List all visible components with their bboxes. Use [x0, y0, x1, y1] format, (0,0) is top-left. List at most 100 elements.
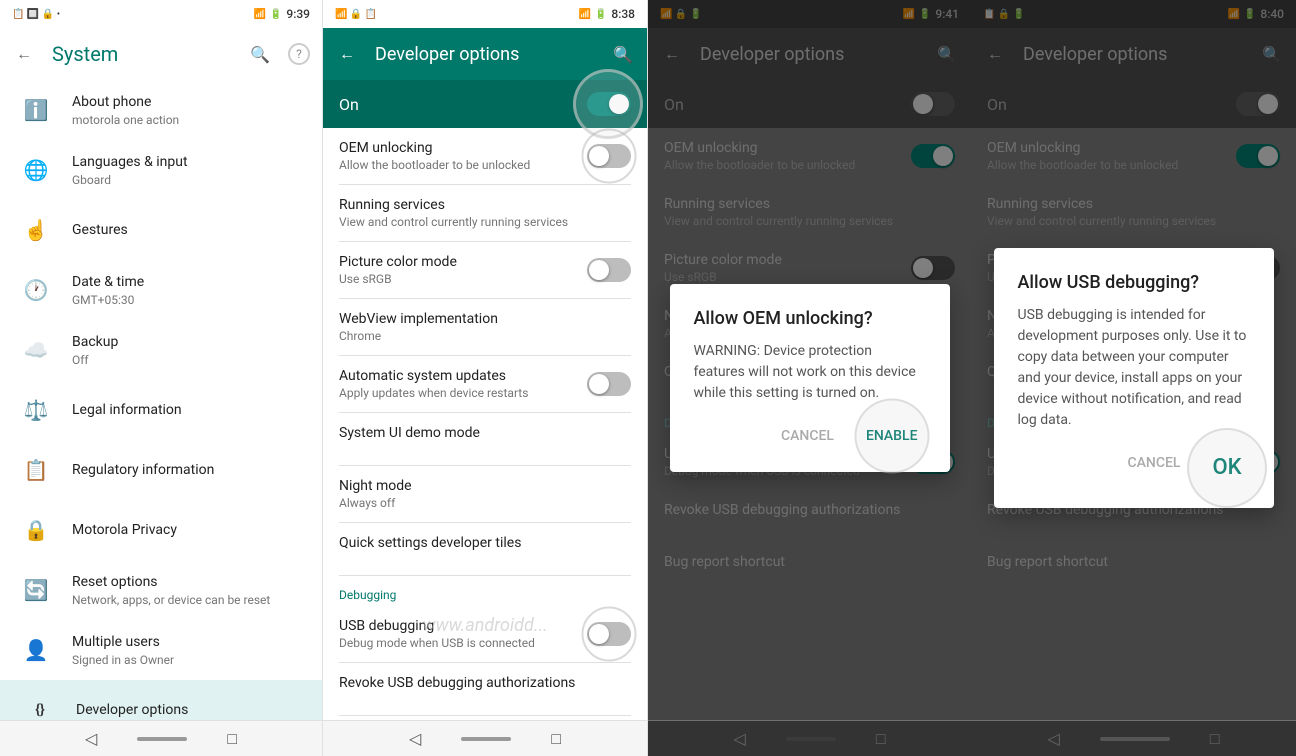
- datetime-icon: 🕐: [16, 270, 56, 310]
- sidebar-item-developer[interactable]: {} Developer options: [0, 680, 322, 720]
- picture-title: Picture color mode: [339, 254, 457, 270]
- picture-subtitle: Use sRGB: [339, 272, 457, 286]
- usbdebug-title: USB debugging: [339, 618, 535, 634]
- night-subtitle: Always off: [339, 496, 631, 510]
- autoupdate-title: Automatic system updates: [339, 368, 528, 384]
- oem-dialog: Allow OEM unlocking? WARNING: Device pro…: [670, 284, 950, 472]
- nav-recents-mid[interactable]: □: [551, 729, 561, 749]
- on-bar: On: [323, 80, 647, 128]
- sidebar-item-motorola[interactable]: 🔒 Motorola Privacy: [0, 500, 322, 560]
- webview-subtitle: Chrome: [339, 329, 631, 343]
- search-icon-developer[interactable]: 🔍: [611, 42, 635, 66]
- oem-subtitle: Allow the bootloader to be unlocked: [339, 158, 530, 172]
- sidebar-item-regulatory[interactable]: 📋 Regulatory information: [0, 440, 322, 500]
- about-subtitle: motorola one action: [72, 113, 306, 127]
- notif-icons-mid: 📶 🔒 📋: [335, 9, 377, 20]
- autoupdate-toggle[interactable]: [587, 372, 631, 396]
- running-subtitle: View and control currently running servi…: [339, 215, 631, 229]
- picture-toggle[interactable]: [587, 258, 631, 282]
- motorola-icon: 🔒: [16, 510, 56, 550]
- usb-ok-wrapper: OK: [1204, 451, 1249, 484]
- system-icons-mid: 📶 🔋 8:38: [578, 7, 635, 21]
- gestures-title: Gestures: [72, 221, 306, 239]
- regulatory-icon: 📋: [16, 450, 56, 490]
- dev-item-uidemo[interactable]: System UI demo mode: [323, 413, 647, 465]
- usbdebug-thumb: [589, 624, 609, 644]
- usb-ok-button[interactable]: OK: [1204, 451, 1249, 484]
- status-icons-mid: 📶 🔒 📋: [335, 9, 377, 20]
- help-icon-system[interactable]: ?: [288, 43, 310, 65]
- night-title: Night mode: [339, 478, 631, 494]
- app-bar-system: ← System 🔍 ?: [0, 28, 322, 80]
- dev-item-autoupdate[interactable]: Automatic system updates Apply updates w…: [323, 356, 647, 412]
- nav-bar-mid: ◁ □: [323, 720, 647, 756]
- oem-title: OEM unlocking: [339, 140, 530, 156]
- oem-toggle-thumb: [589, 146, 609, 166]
- nav-home-left[interactable]: [137, 737, 187, 741]
- reset-title: Reset options: [72, 573, 306, 591]
- sidebar-item-reset[interactable]: 🔄 Reset options Network, apps, or device…: [0, 560, 322, 620]
- usbdebug-subtitle: Debug mode when USB is connected: [339, 636, 535, 650]
- oem-dialog-body: WARNING: Device protection features will…: [694, 341, 926, 404]
- dev-item-running[interactable]: Running services View and control curren…: [323, 185, 647, 241]
- sidebar-item-languages[interactable]: 🌐 Languages & input Gboard: [0, 140, 322, 200]
- sidebar-item-backup[interactable]: ☁️ Backup Off: [0, 320, 322, 380]
- oem-dialog-title: Allow OEM unlocking?: [694, 308, 926, 329]
- nav-back-left[interactable]: ◁: [85, 729, 97, 748]
- panel-developer-main: 📶 🔒 📋 📶 🔋 8:38 ← Developer options 🔍 On …: [323, 0, 648, 756]
- usb-dialog-title: Allow USB debugging?: [1018, 272, 1250, 293]
- status-bar-mid: 📶 🔒 📋 📶 🔋 8:38: [323, 0, 647, 28]
- search-icon-system[interactable]: 🔍: [248, 42, 272, 66]
- oem-toggle[interactable]: [587, 144, 631, 168]
- system-title: System: [52, 42, 232, 66]
- backup-title: Backup: [72, 333, 306, 351]
- nav-back-mid[interactable]: ◁: [409, 729, 421, 748]
- oem-dialog-overlay: Allow OEM unlocking? WARNING: Device pro…: [648, 0, 971, 756]
- usbdebug-toggle[interactable]: [587, 622, 631, 646]
- reset-subtitle: Network, apps, or device can be reset: [72, 593, 306, 607]
- dev-item-night[interactable]: Night mode Always off: [323, 466, 647, 522]
- panel-system: 📋 🔲 🔒 • 📶 🔋 9:39 ← System 🔍 ? ℹ️ About p…: [0, 0, 323, 756]
- back-icon-system[interactable]: ←: [12, 42, 36, 66]
- battery-icon-mid: 🔋: [595, 9, 607, 20]
- legal-title: Legal information: [72, 401, 306, 419]
- users-icon: 👤: [16, 630, 56, 670]
- dev-item-quicktiles[interactable]: Quick settings developer tiles: [323, 523, 647, 575]
- sidebar-item-legal[interactable]: ⚖️ Legal information: [0, 380, 322, 440]
- users-title: Multiple users: [72, 633, 306, 651]
- usb-cancel-button[interactable]: Cancel: [1119, 451, 1188, 484]
- status-bar-left: 📋 🔲 🔒 • 📶 🔋 9:39: [0, 0, 322, 28]
- running-title: Running services: [339, 197, 631, 213]
- legal-icon: ⚖️: [16, 390, 56, 430]
- nav-home-mid[interactable]: [461, 737, 511, 741]
- wifi-icon: 📶: [253, 9, 265, 20]
- panel-usb-dialog: 📋 🔒 🔋 📶 🔋 8:40 ← Developer options 🔍 On: [971, 0, 1296, 756]
- sidebar-item-datetime[interactable]: 🕐 Date & time GMT+05:30: [0, 260, 322, 320]
- nav-recents-left[interactable]: □: [227, 729, 237, 749]
- nav-bar-left: ◁ □: [0, 720, 322, 756]
- dev-item-webview[interactable]: WebView implementation Chrome: [323, 299, 647, 355]
- reset-icon: 🔄: [16, 570, 56, 610]
- dev-item-usbdebug[interactable]: USB debugging Debug mode when USB is con…: [323, 606, 647, 662]
- dev-item-picture[interactable]: Picture color mode Use sRGB: [323, 242, 647, 298]
- sidebar-item-gestures[interactable]: ☝️ Gestures: [0, 200, 322, 260]
- developer-options-title: Developer options: [375, 44, 595, 65]
- sidebar-item-about[interactable]: ℹ️ About phone motorola one action: [0, 80, 322, 140]
- motorola-title: Motorola Privacy: [72, 521, 306, 539]
- dev-item-revokeusb[interactable]: Revoke USB debugging authorizations: [323, 663, 647, 715]
- oem-cancel-button[interactable]: Cancel: [773, 424, 842, 448]
- oem-enable-button[interactable]: Enable: [858, 424, 926, 448]
- status-icons-left: 📋 🔲 🔒 •: [12, 9, 60, 20]
- languages-subtitle: Gboard: [72, 173, 306, 187]
- sidebar-item-users[interactable]: 👤 Multiple users Signed in as Owner: [0, 620, 322, 680]
- quicktiles-title: Quick settings developer tiles: [339, 535, 631, 551]
- backup-subtitle: Off: [72, 353, 306, 367]
- usb-dialog-overlay: Allow USB debugging? USB debugging is in…: [971, 0, 1296, 756]
- oem-dialog-actions: Cancel Enable: [694, 424, 926, 448]
- battery-icon: 🔋: [270, 9, 282, 20]
- webview-title: WebView implementation: [339, 311, 631, 327]
- datetime-title: Date & time: [72, 273, 306, 291]
- developer-title: Developer options: [76, 701, 306, 719]
- back-icon-developer[interactable]: ←: [335, 42, 359, 66]
- wifi-icon-mid: 📶: [578, 9, 590, 20]
